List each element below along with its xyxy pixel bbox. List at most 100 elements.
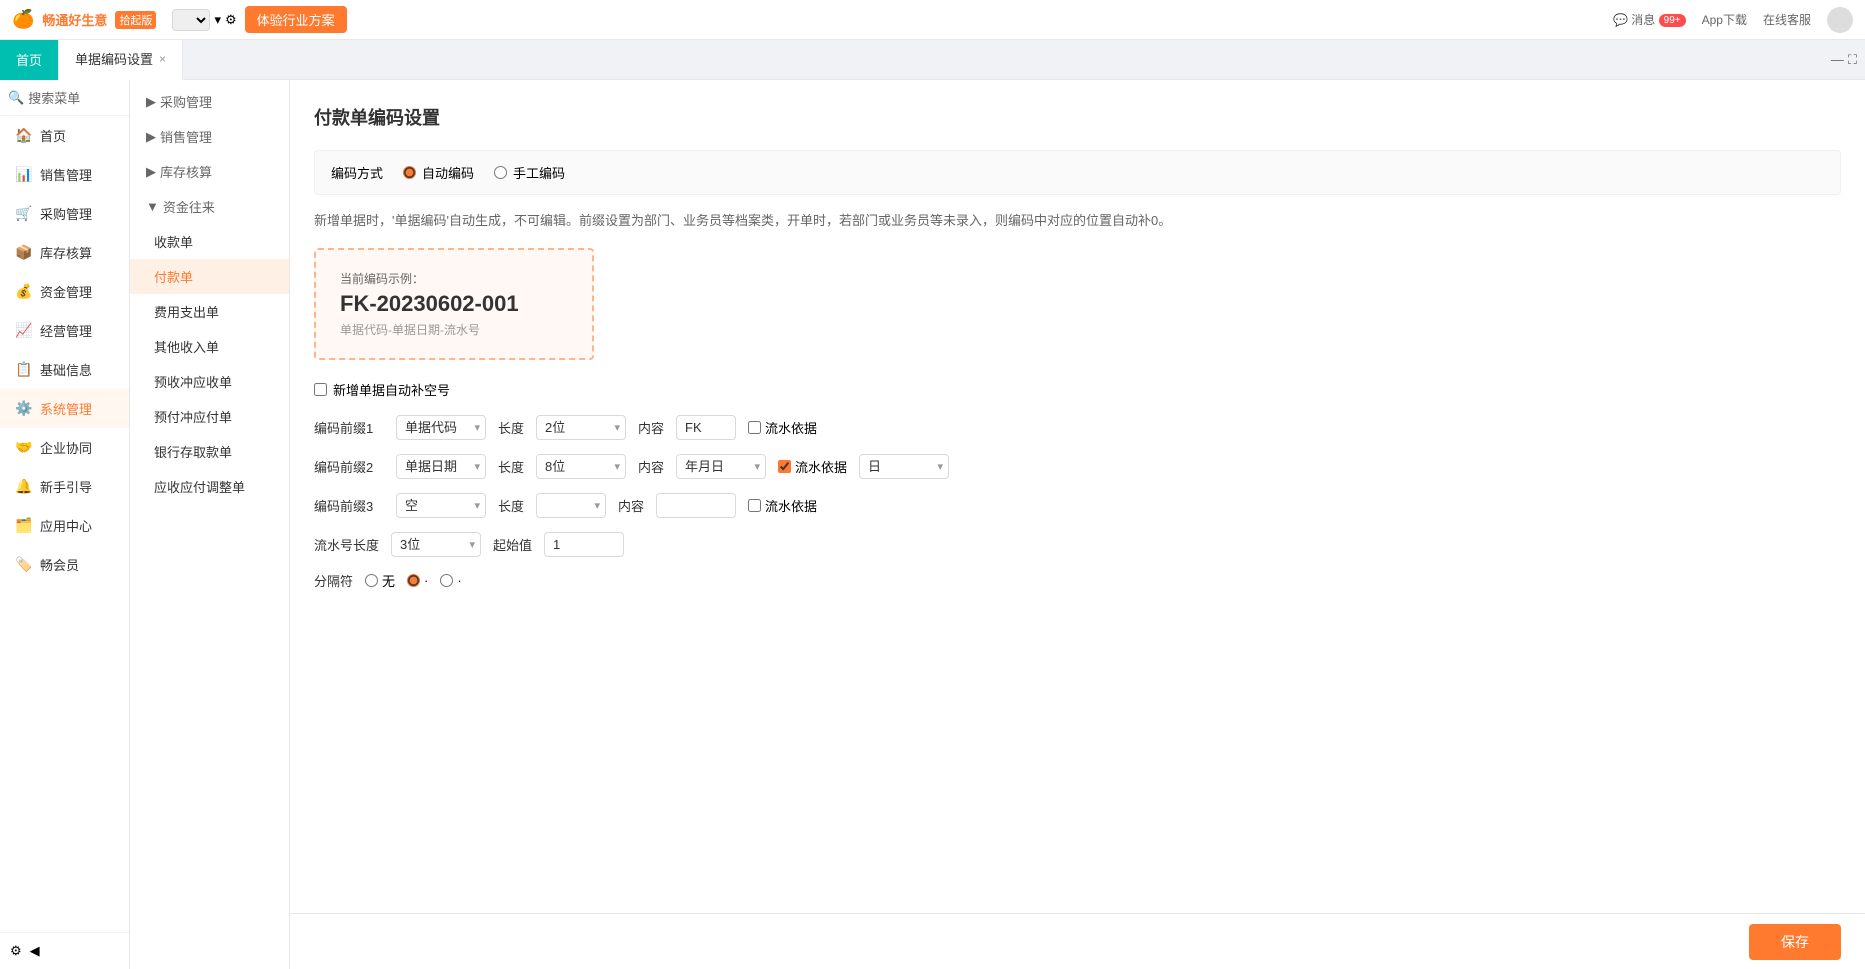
tab-home[interactable]: 首页 (0, 40, 59, 80)
sep-dot-radio[interactable] (407, 574, 420, 587)
preview-code: FK-20230602-001 (340, 291, 568, 317)
tab-encode-settings[interactable]: 单据编码设置 × (59, 40, 183, 80)
mid-nav-group-capital-title[interactable]: ▼ 资金往来 (130, 189, 289, 224)
prefix2-day-wrap: 日 (859, 454, 949, 479)
home-icon: 🏠 (16, 128, 32, 144)
prefix1-watermark-checkbox[interactable] (748, 421, 761, 434)
auto-fill-checkbox[interactable] (314, 383, 327, 396)
sidebar-item-cooperation[interactable]: 🤝 企业协同 (0, 428, 129, 467)
arrow-right-icon3: ▶ (146, 164, 156, 180)
sidebar-item-guide[interactable]: 🔔 新手引导 (0, 467, 129, 506)
prefix3-content-input[interactable] (656, 493, 736, 518)
top-bar-left: 🍊 畅通好生意 拾起版 ▾ ⚙ 体验行业方案 (12, 6, 1605, 33)
prefix2-content-select[interactable]: 年月日 (676, 454, 766, 479)
mid-nav-group-purchase-title[interactable]: ▶ 采购管理 (130, 84, 289, 119)
capital-icon: 💰 (16, 284, 32, 300)
prefix2-content-wrap: 年月日 (676, 454, 766, 479)
prefix3-select[interactable]: 空 (396, 493, 486, 518)
sidebar-item-home[interactable]: 🏠 首页 (0, 116, 129, 155)
prefix2-watermark-checkbox[interactable] (778, 460, 791, 473)
preview-box: 当前编码示例： FK-20230602-001 单据代码-单据日期-流水号 (314, 248, 594, 360)
prefix3-length-select[interactable] (536, 493, 606, 518)
mid-nav-group-sales-title[interactable]: ▶ 销售管理 (130, 119, 289, 154)
sidebar-item-capital[interactable]: 💰 资金管理 (0, 272, 129, 311)
sep-none[interactable]: 无 (365, 571, 395, 590)
sidebar-settings-icon[interactable]: ⚙ (10, 943, 22, 959)
sep-dot[interactable]: · (407, 573, 428, 588)
minimize-icon[interactable]: — (1831, 52, 1844, 67)
user-avatar[interactable] (1827, 7, 1853, 33)
mid-nav-item-prepay-offset[interactable]: 预收冲应收单 (130, 364, 289, 399)
app-download-link[interactable]: App下载 (1702, 11, 1747, 28)
serial-start-input[interactable] (544, 532, 624, 557)
sidebar-search[interactable]: 🔍 搜索菜单 (0, 80, 129, 116)
prefix2-select-wrap: 单据日期 (396, 454, 486, 479)
mid-nav-item-payment[interactable]: 付款单 (130, 259, 289, 294)
prefix2-length-select[interactable]: 8位 (536, 454, 626, 479)
prefix2-day-select[interactable]: 日 (859, 454, 949, 479)
mid-nav-item-advance-offset[interactable]: 预付冲应付单 (130, 399, 289, 434)
mid-nav-item-bank[interactable]: 银行存取款单 (130, 434, 289, 469)
sidebar-item-basic[interactable]: 📋 基础信息 (0, 350, 129, 389)
prefix1-select[interactable]: 单据代码 (396, 415, 486, 440)
trial-button[interactable]: 体验行业方案 (245, 6, 347, 33)
online-service-link[interactable]: 在线客服 (1763, 11, 1811, 28)
app-name: 畅通好生意 (42, 10, 107, 29)
tab-close-icon[interactable]: × (159, 52, 166, 66)
mid-nav-item-adjust[interactable]: 应收应付调整单 (130, 469, 289, 504)
member-icon: 🏷️ (16, 557, 32, 573)
page-title: 付款单编码设置 (314, 104, 1841, 130)
sidebar-item-purchase[interactable]: 🛒 采购管理 (0, 194, 129, 233)
sidebar-item-operations[interactable]: 📈 经营管理 (0, 311, 129, 350)
dropdown-icon: ▾ (214, 12, 221, 28)
save-button[interactable]: 保存 (1749, 924, 1841, 960)
mid-nav-item-receipt[interactable]: 收款单 (130, 224, 289, 259)
sidebar-item-sales[interactable]: 📊 销售管理 (0, 155, 129, 194)
sidebar-item-inventory[interactable]: 📦 库存核算 (0, 233, 129, 272)
auto-encode-radio[interactable] (403, 166, 416, 179)
auto-fill-label: 新增单据自动补空号 (333, 380, 450, 399)
mid-nav-group-sales: ▶ 销售管理 (130, 119, 289, 154)
purchase-icon: 🛒 (16, 206, 32, 222)
arrow-down-icon: ▼ (146, 199, 159, 214)
preview-label: 当前编码示例： (340, 270, 568, 287)
prefix3-label: 编码前缀3 (314, 496, 384, 515)
serial-length-select[interactable]: 3位 (391, 532, 481, 557)
prefix1-watermark-check: 流水依据 (748, 418, 817, 437)
mid-nav-item-expense[interactable]: 费用支出单 (130, 294, 289, 329)
prefix1-content-input[interactable] (676, 415, 736, 440)
auto-encode-option[interactable]: 自动编码 (403, 163, 474, 182)
sep-dash[interactable]: · (440, 573, 461, 588)
sidebar-item-app[interactable]: 🗂️ 应用中心 (0, 506, 129, 545)
sep-none-radio[interactable] (365, 574, 378, 587)
mid-nav: ▶ 采购管理 ▶ 销售管理 ▶ 库存核算 ▼ 资金往来 收款单 付款单 费用支出… (130, 80, 290, 969)
prefix3-select-wrap: 空 (396, 493, 486, 518)
message-link[interactable]: 💬 消息 99+ (1613, 11, 1686, 28)
mid-nav-group-inventory-title[interactable]: ▶ 库存核算 (130, 154, 289, 189)
message-badge: 99+ (1659, 14, 1686, 27)
prefix3-length-label: 长度 (498, 496, 524, 515)
serial-length-label: 流水号长度 (314, 535, 379, 554)
cooperation-icon: 🤝 (16, 440, 32, 456)
mid-nav-item-other-income[interactable]: 其他收入单 (130, 329, 289, 364)
sidebar-collapse-icon[interactable]: ◀ (30, 943, 40, 959)
prefix2-label: 编码前缀2 (314, 457, 384, 476)
arrow-right-icon: ▶ (146, 94, 156, 110)
sidebar-bottom: ⚙ ◀ (0, 932, 129, 969)
manual-encode-radio[interactable] (494, 166, 507, 179)
fullscreen-icon[interactable]: ⛶ (1848, 52, 1857, 68)
manual-encode-option[interactable]: 手工编码 (494, 163, 565, 182)
operations-icon: 📈 (16, 323, 32, 339)
sidebar-item-member[interactable]: 🏷️ 畅会员 (0, 545, 129, 584)
prefix3-watermark-checkbox[interactable] (748, 499, 761, 512)
prefix1-length-select[interactable]: 2位 (536, 415, 626, 440)
sidebar-item-system[interactable]: ⚙️ 系统管理 (0, 389, 129, 428)
sep-dash-radio[interactable] (440, 574, 453, 587)
settings-icon[interactable]: ⚙ (225, 12, 237, 28)
basic-icon: 📋 (16, 362, 32, 378)
company-selector[interactable] (172, 9, 210, 31)
arrow-right-icon2: ▶ (146, 129, 156, 145)
prefix2-length-wrap: 8位 (536, 454, 626, 479)
content-area: 付款单编码设置 编码方式 自动编码 手工编码 新增单据时，'单据编码'自动生成，… (290, 80, 1865, 913)
prefix2-select[interactable]: 单据日期 (396, 454, 486, 479)
